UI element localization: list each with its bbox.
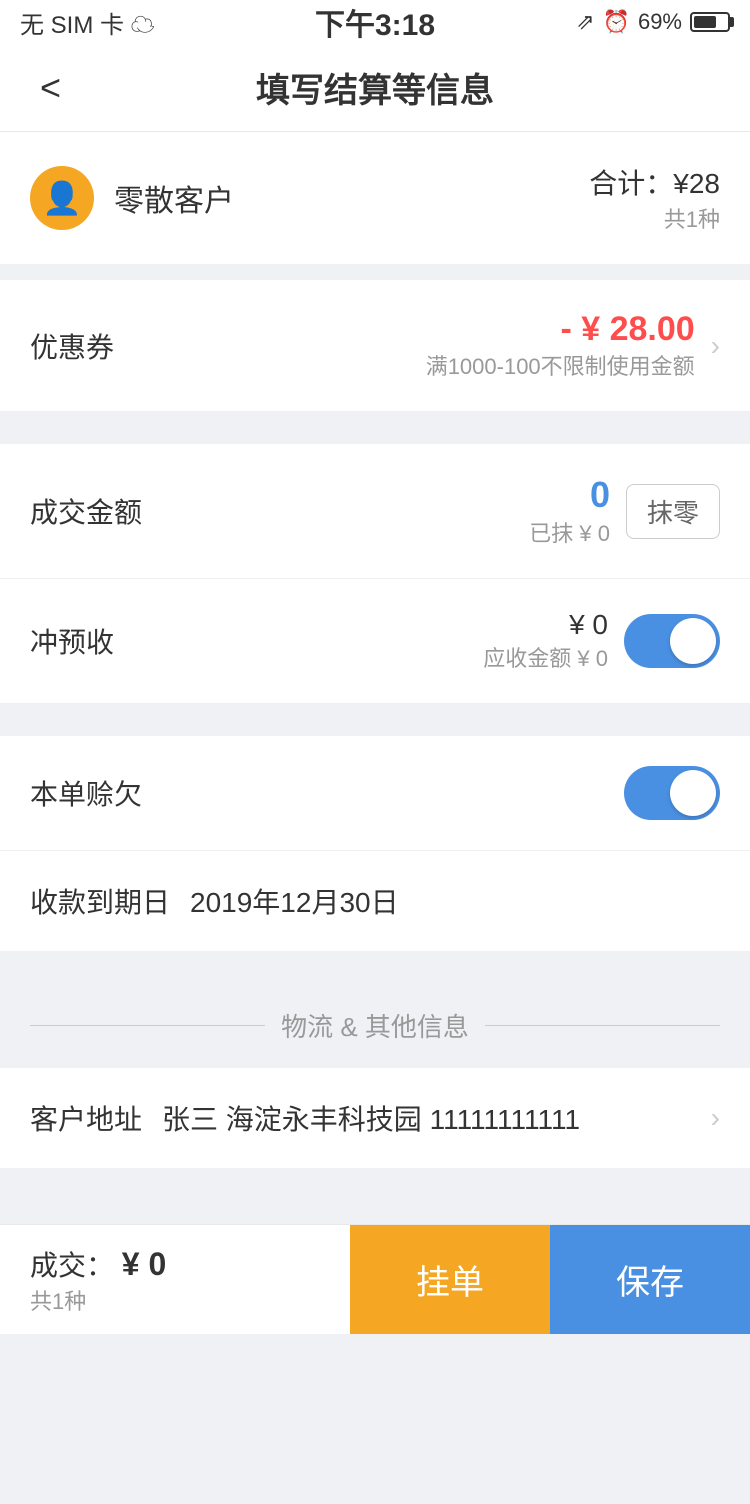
prepayment-receivable: 应收金额 ¥ 0	[483, 641, 608, 673]
prepayment-toggle[interactable]	[624, 614, 720, 668]
credit-label: 本单赊欠	[30, 773, 142, 813]
total-count: 共1种	[589, 202, 720, 234]
credit-toggle[interactable]	[624, 766, 720, 820]
location-icon: ⇗	[576, 9, 594, 35]
status-time: 下午3:18	[315, 0, 435, 44]
customer-row: 👤 零散客户 合计：¥28 共1种	[0, 132, 750, 264]
battery-icon	[690, 12, 730, 32]
alarm-icon: ⏰	[603, 9, 630, 35]
deducted-text: 已抹 ¥ 0	[529, 516, 610, 548]
chevron-right-icon: ›	[711, 330, 720, 362]
divider-3	[0, 967, 750, 983]
bottom-count: 共1种	[30, 1284, 320, 1316]
back-button[interactable]: <	[30, 57, 71, 119]
address-value: 张三 海淀永丰科技园 11111111111	[162, 1098, 711, 1138]
prepayment-row: 冲预收 ¥ 0 应收金额 ¥ 0	[0, 579, 750, 704]
battery-percent: 69%	[638, 9, 682, 35]
credit-row: 本单赊欠	[0, 736, 750, 851]
divider-2	[0, 720, 750, 736]
divider-1	[0, 428, 750, 444]
bottom-deal-row: 成交： ¥ 0	[30, 1244, 320, 1284]
due-date-value: 2019年12月30日	[190, 881, 399, 921]
coupon-right: - ¥ 28.00 满1000-100不限制使用金额 ›	[114, 310, 720, 381]
avatar-icon: 👤	[42, 179, 82, 217]
due-date-label: 收款到期日	[30, 881, 170, 921]
prepayment-right: ¥ 0 应收金额 ¥ 0	[114, 609, 720, 673]
customer-name: 零散客户	[114, 176, 234, 220]
address-card: 客户地址 张三 海淀永丰科技园 11111111111 ›	[0, 1068, 750, 1168]
credit-card: 本单赊欠 收款到期日 2019年12月30日	[0, 736, 750, 951]
prepayment-value-stack: ¥ 0 应收金额 ¥ 0	[483, 609, 608, 673]
address-label: 客户地址	[30, 1098, 142, 1138]
deal-amount-label: 成交金额	[30, 491, 142, 531]
deal-amount-right: 已抹 ¥ 0 抹零	[142, 474, 720, 548]
pending-button[interactable]: 挂单	[350, 1225, 550, 1334]
customer-left: 👤 零散客户	[30, 166, 234, 230]
coupon-card: 优惠券 - ¥ 28.00 满1000-100不限制使用金额 ›	[0, 280, 750, 412]
due-date-row: 收款到期日 2019年12月30日	[0, 851, 750, 951]
bottom-deal-amount: ¥ 0	[122, 1246, 166, 1282]
bottom-info: 成交： ¥ 0 共1种	[0, 1225, 350, 1334]
coupon-value-stack: - ¥ 28.00 满1000-100不限制使用金额	[426, 310, 695, 381]
round-off-button[interactable]: 抹零	[626, 484, 720, 539]
avatar: 👤	[30, 166, 94, 230]
deal-value-stack: 已抹 ¥ 0	[529, 474, 610, 548]
deal-card: 成交金额 已抹 ¥ 0 抹零 冲预收 ¥ 0 应收金额 ¥ 0	[0, 444, 750, 704]
logistics-section-title: 物流 & 其他信息	[0, 983, 750, 1068]
status-left: 无 SIM 卡 ☁	[20, 5, 155, 40]
customer-right: 合计：¥28 共1种	[589, 162, 720, 234]
coupon-desc: 满1000-100不限制使用金额	[426, 349, 695, 381]
no-sim-text: 无 SIM 卡 ☁	[20, 5, 155, 40]
coupon-label: 优惠券	[30, 326, 114, 366]
coupon-value: - ¥ 28.00	[426, 310, 695, 349]
address-row[interactable]: 客户地址 张三 海淀永丰科技园 11111111111 ›	[0, 1068, 750, 1168]
credit-toggle-knob	[670, 770, 716, 816]
toggle-knob	[670, 618, 716, 664]
logistics-title-text: 物流 & 其他信息	[281, 1007, 469, 1044]
prepayment-label: 冲预收	[30, 621, 114, 661]
customer-card: 👤 零散客户 合计：¥28 共1种	[0, 132, 750, 264]
credit-right	[142, 766, 720, 820]
coupon-row[interactable]: 优惠券 - ¥ 28.00 满1000-100不限制使用金额 ›	[0, 280, 750, 412]
total-amount: 合计：¥28	[589, 162, 720, 202]
address-chevron-icon: ›	[711, 1102, 720, 1134]
save-button[interactable]: 保存	[550, 1225, 750, 1334]
deal-amount-input[interactable]	[530, 474, 610, 516]
status-right: ⇗ ⏰ 69%	[576, 9, 730, 35]
prepayment-amount: ¥ 0	[483, 609, 608, 641]
bottom-bar: 成交： ¥ 0 共1种 挂单 保存	[0, 1224, 750, 1334]
nav-bar: < 填写结算等信息	[0, 44, 750, 132]
page-title: 填写结算等信息	[256, 63, 494, 112]
status-bar: 无 SIM 卡 ☁ 下午3:18 ⇗ ⏰ 69%	[0, 0, 750, 44]
deal-amount-row: 成交金额 已抹 ¥ 0 抹零	[0, 444, 750, 579]
bottom-deal-label: 成交：	[30, 1250, 114, 1281]
